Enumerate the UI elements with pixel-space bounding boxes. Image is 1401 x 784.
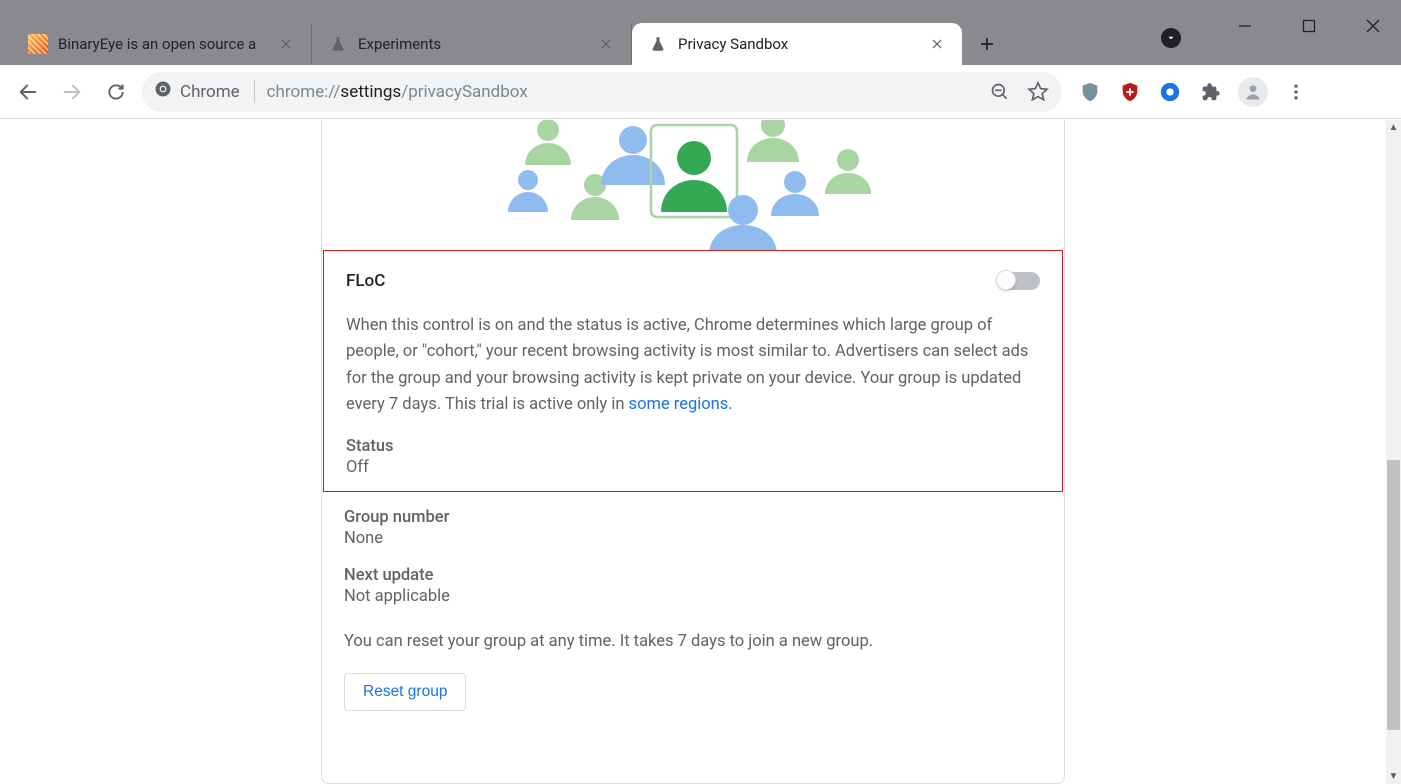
shield-plus-icon[interactable] <box>1118 80 1142 104</box>
status-label: Status <box>346 437 1040 456</box>
tab-binaryeye[interactable]: BinaryEye is an open source a <box>12 23 312 65</box>
chip-label: Chrome <box>180 82 240 102</box>
profile-avatar[interactable] <box>1238 77 1268 107</box>
scroll-up-arrow[interactable]: ▲ <box>1386 120 1401 135</box>
settings-content: FLoC When this control is on and the sta… <box>0 120 1386 784</box>
floc-title: FLoC <box>346 271 385 291</box>
scroll-down-arrow[interactable]: ▼ <box>1386 769 1401 784</box>
extensions-puzzle-icon[interactable] <box>1198 80 1222 104</box>
ublock-icon[interactable] <box>1078 80 1102 104</box>
next-update-label: Next update <box>344 566 1042 585</box>
vertical-scrollbar[interactable]: ▲ ▼ <box>1386 120 1401 784</box>
tab-privacy-sandbox[interactable]: Privacy Sandbox <box>632 23 962 65</box>
reset-group-button[interactable]: Reset group <box>344 673 466 711</box>
flask-icon <box>648 34 668 54</box>
extensions-area <box>1078 77 1308 107</box>
new-tab-button[interactable] <box>970 27 1004 61</box>
close-icon[interactable] <box>597 35 615 53</box>
maximize-button[interactable] <box>1291 8 1327 44</box>
chrome-icon <box>154 80 172 103</box>
address-bar[interactable]: Chrome chrome://settings/privacySandbox <box>142 72 1062 112</box>
reset-note: You can reset your group at any time. It… <box>344 632 1042 651</box>
forward-button[interactable] <box>54 74 90 110</box>
some-regions-link[interactable]: some regions <box>629 395 729 414</box>
floc-section-highlighted: FLoC When this control is on and the sta… <box>323 250 1063 492</box>
tab-title: Experiments <box>358 35 587 53</box>
binaryeye-icon <box>28 34 48 54</box>
reload-button[interactable] <box>98 74 134 110</box>
tab-title: BinaryEye is an open source a <box>58 35 267 53</box>
minimize-button[interactable] <box>1227 8 1263 44</box>
bookmark-star-icon[interactable] <box>1026 80 1050 104</box>
browser-toolbar: Chrome chrome://settings/privacySandbox <box>0 65 1401 119</box>
group-number-value: None <box>344 529 1042 548</box>
cohort-illustration <box>322 120 1064 250</box>
tab-title: Privacy Sandbox <box>678 35 918 53</box>
url-text: chrome://settings/privacySandbox <box>267 82 976 102</box>
next-update-value: Not applicable <box>344 587 1042 606</box>
tab-strip: BinaryEye is an open source a Experiment… <box>0 0 1401 65</box>
floc-description: When this control is on and the status i… <box>346 313 1040 419</box>
close-icon[interactable] <box>928 35 946 53</box>
extension-blue-icon[interactable] <box>1158 80 1182 104</box>
flask-icon <box>328 34 348 54</box>
privacy-sandbox-card: FLoC When this control is on and the sta… <box>321 120 1065 784</box>
zoom-icon[interactable] <box>988 80 1012 104</box>
status-value: Off <box>346 458 1040 477</box>
close-icon[interactable] <box>277 35 295 53</box>
tabs-dropdown-icon[interactable] <box>1161 28 1181 48</box>
back-button[interactable] <box>10 74 46 110</box>
menu-kebab-icon[interactable] <box>1284 80 1308 104</box>
close-window-button[interactable] <box>1355 8 1391 44</box>
tab-experiments[interactable]: Experiments <box>312 23 632 65</box>
window-controls <box>1227 8 1391 44</box>
site-chip[interactable]: Chrome <box>154 80 255 103</box>
scroll-thumb[interactable] <box>1387 460 1400 730</box>
group-number-label: Group number <box>344 508 1042 527</box>
floc-toggle[interactable] <box>998 272 1040 290</box>
